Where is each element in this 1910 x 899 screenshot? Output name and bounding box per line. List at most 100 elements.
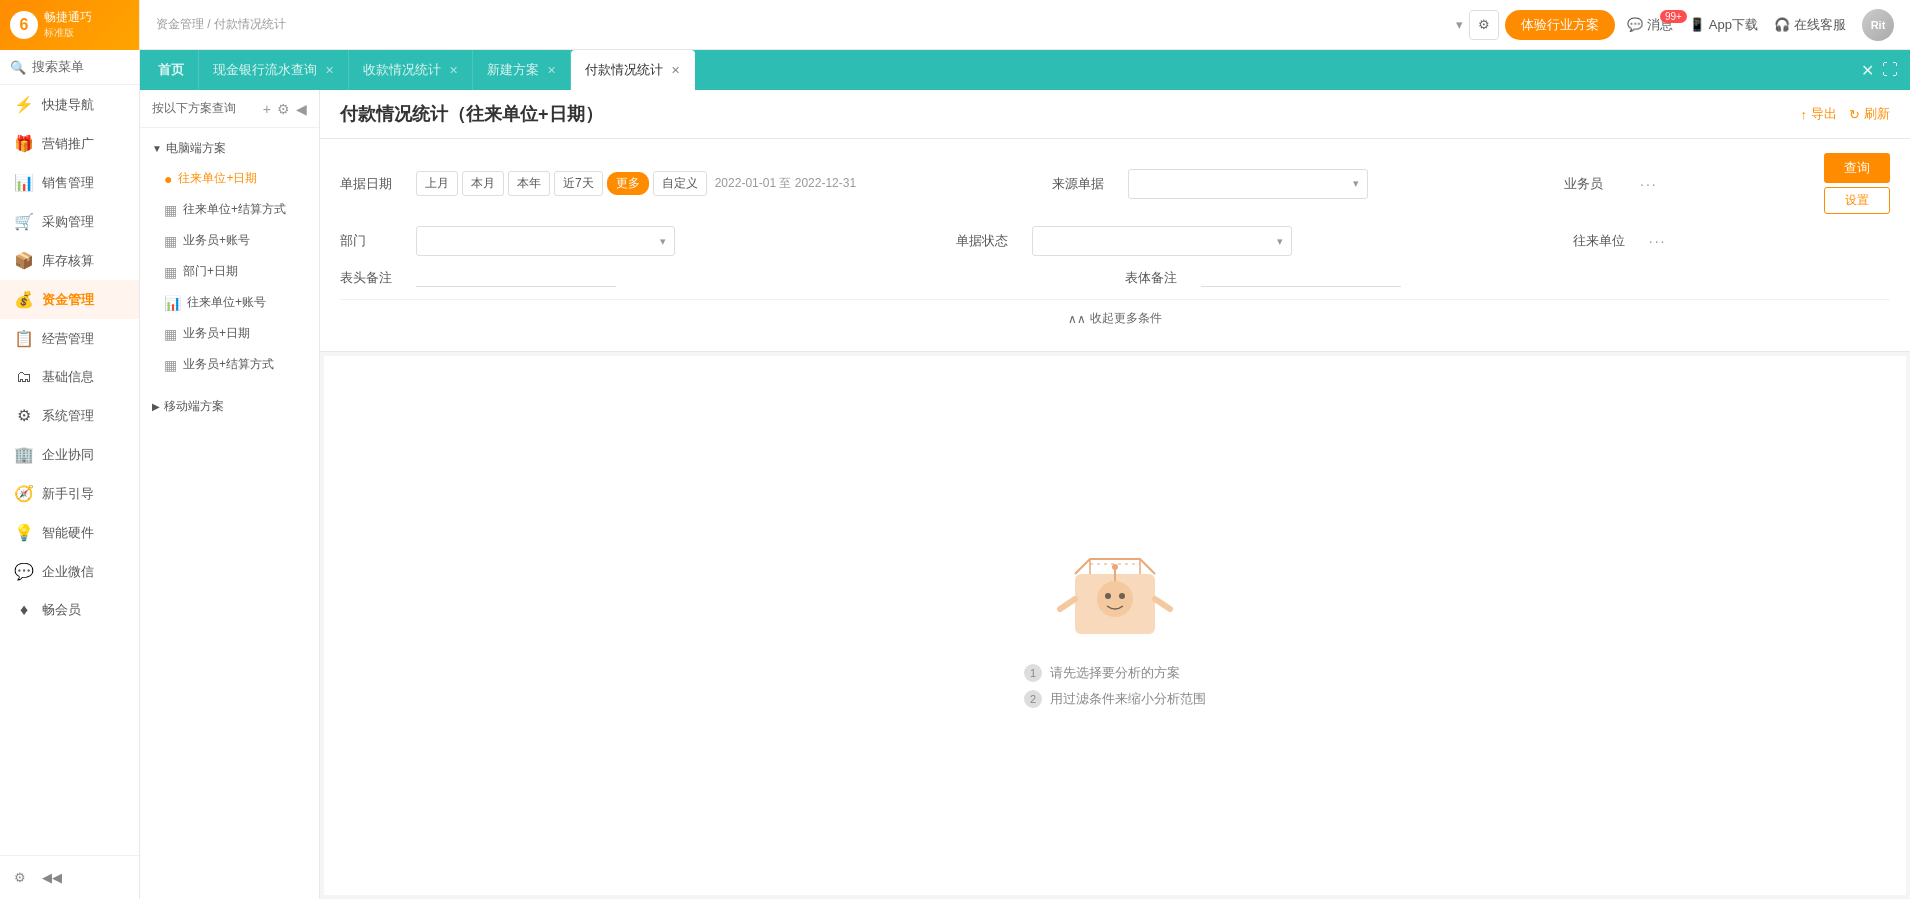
user-avatar[interactable]: Rit — [1862, 9, 1894, 41]
tab-bank[interactable]: 现金银行流水查询 ✕ — [199, 50, 349, 90]
scheme-item-salesman-settle[interactable]: ▦ 业务员+结算方式 — [140, 349, 319, 380]
topbar: 资金管理 / 付款情况统计 ▾ ⚙ 体验行业方案 💬 消息 99+ 📱 App下… — [140, 0, 1910, 50]
sidebar-item-marketing[interactable]: 🎁 营销推广 — [0, 124, 139, 163]
date-btn-this-year[interactable]: 本年 — [508, 171, 550, 196]
expand-tab-btn[interactable]: ⛶ — [1882, 61, 1898, 79]
tabbar-actions: ✕ ⛶ — [1853, 61, 1906, 80]
salesman-dots-btn[interactable]: ··· — [1640, 176, 1658, 192]
tip-num-2: 2 — [1024, 690, 1042, 708]
scheme-header: 按以下方案查询 + ⚙ ◀ — [140, 90, 319, 128]
salesman-filter-label: 业务员 — [1564, 175, 1620, 193]
scheme-group-desktop-title[interactable]: ▼ 电脑端方案 — [140, 134, 319, 163]
sidebar-item-enterprise[interactable]: 🏢 企业协同 — [0, 435, 139, 474]
scheme-group-desktop: ▼ 电脑端方案 ● 往来单位+日期 ▦ 往来单位+结算方式 ▦ 业务员+账号 ▦ — [140, 128, 319, 386]
tab-new-scheme[interactable]: 新建方案 ✕ — [473, 50, 571, 90]
date-btn-this-month[interactable]: 本月 — [462, 171, 504, 196]
service-label: 在线客服 — [1794, 16, 1846, 34]
dropdown-arrow-icon[interactable]: ▾ — [1456, 17, 1463, 32]
search-menu[interactable]: 🔍 搜索菜单 — [0, 50, 139, 85]
refresh-btn[interactable]: ↻ 刷新 — [1849, 105, 1890, 123]
sidebar-item-basic[interactable]: 🗂 基础信息 — [0, 358, 139, 396]
scheme-item-partner-settle[interactable]: ▦ 往来单位+结算方式 — [140, 194, 319, 225]
date-range-text: 2022-01-01 至 2022-12-31 — [715, 175, 856, 192]
date-filter-label: 单据日期 — [340, 175, 396, 193]
sidebar-item-operation[interactable]: 📋 经营管理 — [0, 319, 139, 358]
scheme-item-label: 往来单位+日期 — [178, 170, 257, 187]
quick-nav-icon: ⚡ — [14, 95, 34, 114]
marketing-icon: 🎁 — [14, 134, 34, 153]
export-btn[interactable]: ↑ 导出 — [1801, 105, 1838, 123]
sidebar-item-purchase[interactable]: 🛒 采购管理 — [0, 202, 139, 241]
topbar-settings-btn[interactable]: ⚙ — [1469, 10, 1499, 40]
dept-select[interactable]: ▾ — [416, 226, 675, 256]
guide-icon: 🧭 — [14, 484, 34, 503]
settings-footer-btn[interactable]: ⚙ — [10, 866, 30, 889]
svg-point-5 — [1112, 564, 1118, 570]
doc-status-select[interactable]: ▾ — [1032, 226, 1291, 256]
empty-tip-2: 2 用过滤条件来缩小分析范围 — [1024, 690, 1206, 708]
scheme-sidebar: 按以下方案查询 + ⚙ ◀ ▼ 电脑端方案 ● 往来单位+日期 ▦ — [140, 90, 320, 899]
scheme-item-dept-date[interactable]: ▦ 部门+日期 — [140, 256, 319, 287]
sidebar-item-member[interactable]: ♦ 畅会员 — [0, 591, 139, 629]
mobile-group-arrow: ▶ — [152, 401, 160, 412]
scheme-item-salesman-date[interactable]: ▦ 业务员+日期 — [140, 318, 319, 349]
scheme-group-mobile-title[interactable]: ▶ 移动端方案 — [140, 392, 319, 421]
source-select[interactable]: ▾ — [1128, 169, 1368, 199]
tab-receipt[interactable]: 收款情况统计 ✕ — [349, 50, 473, 90]
sidebar-item-finance[interactable]: 💰 资金管理 — [0, 280, 139, 319]
desktop-group-arrow: ▼ — [152, 143, 162, 154]
sidebar-item-label: 资金管理 — [42, 291, 94, 309]
trial-btn[interactable]: 体验行业方案 — [1505, 10, 1615, 40]
partner-dots-btn[interactable]: ··· — [1649, 233, 1667, 249]
empty-tips: 1 请先选择要分析的方案 2 用过滤条件来缩小分析范围 — [1024, 664, 1206, 708]
sidebar-item-inventory[interactable]: 📦 库存核算 — [0, 241, 139, 280]
tab-bank-close[interactable]: ✕ — [325, 64, 334, 77]
filter-settings-btn[interactable]: 设置 — [1824, 187, 1890, 214]
svg-point-3 — [1119, 593, 1125, 599]
body-note-label: 表体备注 — [1125, 269, 1181, 287]
date-btn-7days[interactable]: 近7天 — [554, 171, 603, 196]
message-icon: 💬 — [1627, 17, 1643, 32]
tab-home[interactable]: 首页 — [144, 50, 199, 90]
sidebar-item-guide[interactable]: 🧭 新手引导 — [0, 474, 139, 513]
sidebar-item-hardware[interactable]: 💡 智能硬件 — [0, 513, 139, 552]
sidebar-item-wechat[interactable]: 💬 企业微信 — [0, 552, 139, 591]
sidebar-item-quick-nav[interactable]: ⚡ 快捷导航 — [0, 85, 139, 124]
add-scheme-btn[interactable]: + — [263, 101, 271, 117]
tab-payment-close[interactable]: ✕ — [671, 64, 680, 77]
date-btn-custom[interactable]: 自定义 — [653, 171, 707, 196]
messages-btn[interactable]: 💬 消息 99+ — [1627, 16, 1673, 34]
desktop-group-label: 电脑端方案 — [166, 140, 226, 157]
sidebar-item-system[interactable]: ⚙ 系统管理 — [0, 396, 139, 435]
scheme-header-title: 按以下方案查询 — [152, 100, 236, 117]
system-icon: ⚙ — [14, 406, 34, 425]
header-note-input[interactable] — [416, 268, 616, 287]
dept-filter-label: 部门 — [340, 232, 396, 250]
collapse-conditions-btn[interactable]: ∧∧ 收起更多条件 — [1062, 304, 1168, 333]
salesman-account-icon: ▦ — [164, 233, 177, 249]
topbar-right: 💬 消息 99+ 📱 App下载 🎧 在线客服 Rit — [1627, 9, 1894, 41]
filter-row-1: 单据日期 上月 本月 本年 近7天 更多 自定义 2022-01-01 至 20… — [340, 153, 1890, 214]
collapse-sidebar-btn[interactable]: ◀◀ — [38, 866, 66, 889]
tab-payment[interactable]: 付款情况统计 ✕ — [571, 50, 695, 90]
query-btn[interactable]: 查询 — [1824, 153, 1890, 183]
scheme-item-partner-date[interactable]: ● 往来单位+日期 — [140, 163, 319, 194]
collapse-scheme-btn[interactable]: ◀ — [296, 101, 307, 117]
sidebar-item-sales[interactable]: 📊 销售管理 — [0, 163, 139, 202]
scheme-settings-btn[interactable]: ⚙ — [277, 101, 290, 117]
member-icon: ♦ — [14, 601, 34, 619]
tab-receipt-close[interactable]: ✕ — [449, 64, 458, 77]
scheme-item-label: 业务员+结算方式 — [183, 356, 274, 373]
body-note-input[interactable] — [1201, 268, 1401, 287]
scheme-item-salesman-account[interactable]: ▦ 业务员+账号 — [140, 225, 319, 256]
online-service-btn[interactable]: 🎧 在线客服 — [1774, 16, 1846, 34]
sidebar-item-label: 智能硬件 — [42, 524, 94, 542]
scheme-item-partner-account[interactable]: 📊 往来单位+账号 — [140, 287, 319, 318]
date-btn-more[interactable]: 更多 — [607, 172, 649, 195]
date-btn-last-month[interactable]: 上月 — [416, 171, 458, 196]
tab-new-scheme-close[interactable]: ✕ — [547, 64, 556, 77]
close-tab-btn[interactable]: ✕ — [1861, 61, 1874, 80]
app-download-btn[interactable]: 📱 App下载 — [1689, 16, 1758, 34]
sidebar-item-label: 快捷导航 — [42, 96, 94, 114]
tip-num-1: 1 — [1024, 664, 1042, 682]
